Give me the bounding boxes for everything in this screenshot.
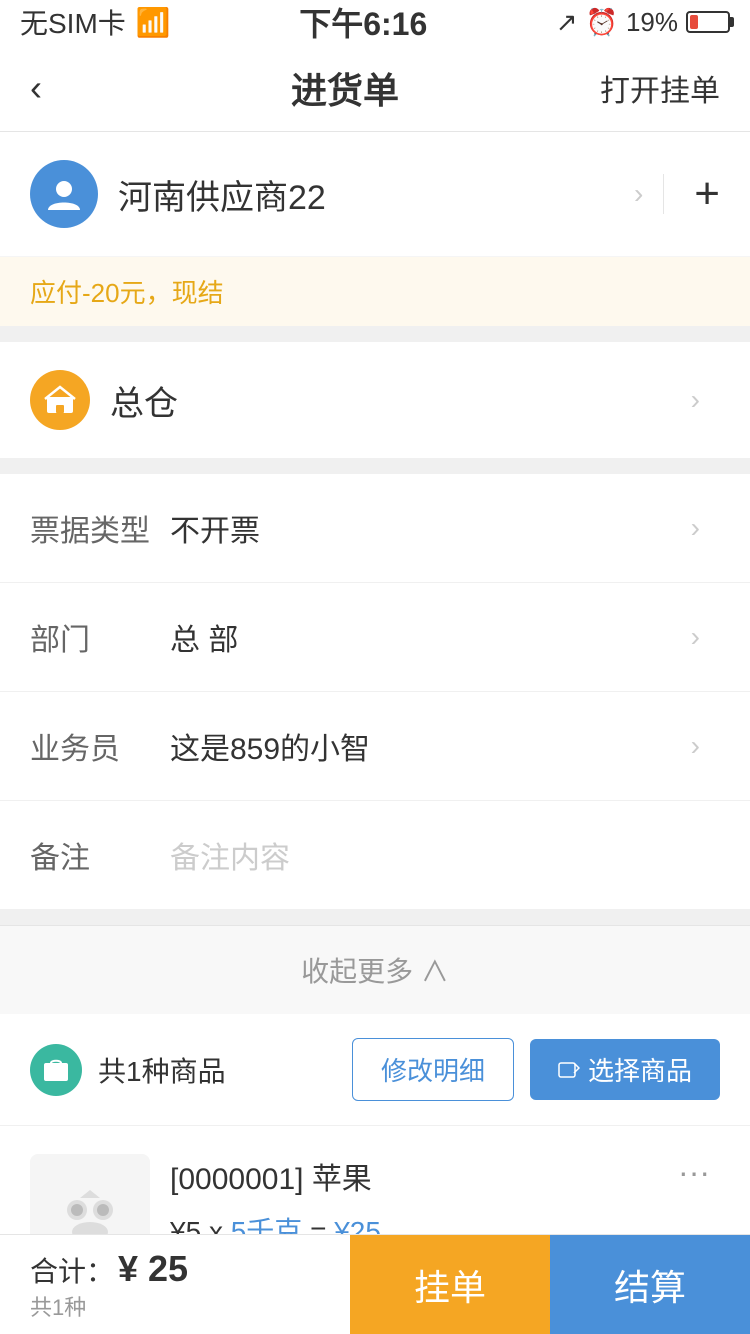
invoice-chevron-icon: ›: [691, 512, 700, 544]
warehouse-icon: [30, 370, 90, 430]
supplier-name: 河南供应商22: [118, 170, 634, 219]
note-value[interactable]: 备注内容: [170, 833, 720, 877]
salesperson-label: 业务员: [30, 724, 170, 768]
page-title: 进货单: [291, 62, 399, 114]
carrier-label: 无SIM卡: [20, 2, 126, 42]
bottom-bar: 合计： ¥ 25 共1种 挂单 结算: [0, 1234, 750, 1334]
edit-detail-button[interactable]: 修改明细: [352, 1038, 514, 1101]
back-button[interactable]: ‹: [30, 67, 90, 109]
total-count: 共1种: [30, 1290, 350, 1322]
total-amount: ¥ 25: [118, 1248, 188, 1290]
note-row[interactable]: 备注 备注内容: [0, 801, 750, 909]
total-section: 合计： ¥ 25 共1种: [0, 1235, 350, 1334]
product-apple: 苹果: [312, 1163, 372, 1196]
products-icon: [30, 1044, 82, 1096]
salesperson-row[interactable]: 业务员 这是859的小智 ›: [0, 692, 750, 801]
department-value: 总 部: [170, 615, 691, 659]
note-label: 备注: [30, 833, 170, 877]
alarm-icon: ⏰: [586, 7, 618, 38]
warehouse-section: 总仓 ›: [0, 342, 750, 458]
products-count: 共1种商品: [98, 1050, 352, 1090]
supplier-section: 河南供应商22 › + 应付-20元，现结: [0, 132, 750, 326]
warehouse-name: 总仓: [110, 376, 691, 425]
battery-icon: [686, 11, 730, 33]
checkout-button[interactable]: 结算: [550, 1235, 750, 1334]
status-bar: 无SIM卡 📶 下午6:16 ↗ ⏰ 19%: [0, 0, 750, 44]
product-menu-button[interactable]: ···: [668, 1154, 720, 1191]
vertical-divider: [663, 174, 664, 214]
wifi-icon: 📶: [136, 6, 171, 39]
select-product-button[interactable]: 选择商品: [530, 1039, 720, 1100]
invoice-label: 票据类型: [30, 506, 170, 550]
supplier-chevron-icon: ›: [634, 178, 643, 210]
status-time: 下午6:16: [299, 0, 427, 45]
invoice-value: 不开票: [170, 506, 691, 550]
notice-bar: 应付-20元，现结: [0, 257, 750, 326]
department-chevron-icon: ›: [691, 621, 700, 653]
battery-percent: 19%: [626, 7, 678, 38]
department-label: 部门: [30, 615, 170, 659]
location-icon: ↗: [556, 7, 578, 38]
supplier-avatar: [30, 160, 98, 228]
add-button[interactable]: +: [694, 172, 720, 216]
main-content: 河南供应商22 › + 应付-20元，现结 总仓 › 票据类型 不开票 ›: [0, 132, 750, 1303]
invoice-type-row[interactable]: 票据类型 不开票 ›: [0, 474, 750, 583]
products-header: 共1种商品 修改明细 选择商品: [0, 1014, 750, 1126]
form-section: 票据类型 不开票 › 部门 总 部 › 业务员 这是859的小智 › 备注 备注…: [0, 474, 750, 909]
nav-bar: ‹ 进货单 打开挂单: [0, 44, 750, 132]
warehouse-chevron-icon: ›: [691, 384, 700, 416]
warehouse-row[interactable]: 总仓 ›: [0, 342, 750, 458]
total-label: 合计：: [30, 1250, 114, 1290]
status-left: 无SIM卡 📶: [20, 2, 171, 42]
collapse-button[interactable]: 收起更多 ∧: [0, 925, 750, 1014]
status-right: ↗ ⏰ 19%: [556, 7, 730, 38]
salesperson-value: 这是859的小智: [170, 724, 691, 768]
select-product-label: 选择商品: [588, 1051, 692, 1088]
supplier-row[interactable]: 河南供应商22 › +: [0, 132, 750, 257]
salesperson-chevron-icon: ›: [691, 730, 700, 762]
product-id: [0000001]: [170, 1163, 303, 1196]
department-row[interactable]: 部门 总 部 ›: [0, 583, 750, 692]
product-name: [0000001] 苹果: [170, 1154, 668, 1198]
suspend-button[interactable]: 挂单: [350, 1235, 550, 1334]
open-suspend-button[interactable]: 打开挂单: [600, 66, 720, 110]
